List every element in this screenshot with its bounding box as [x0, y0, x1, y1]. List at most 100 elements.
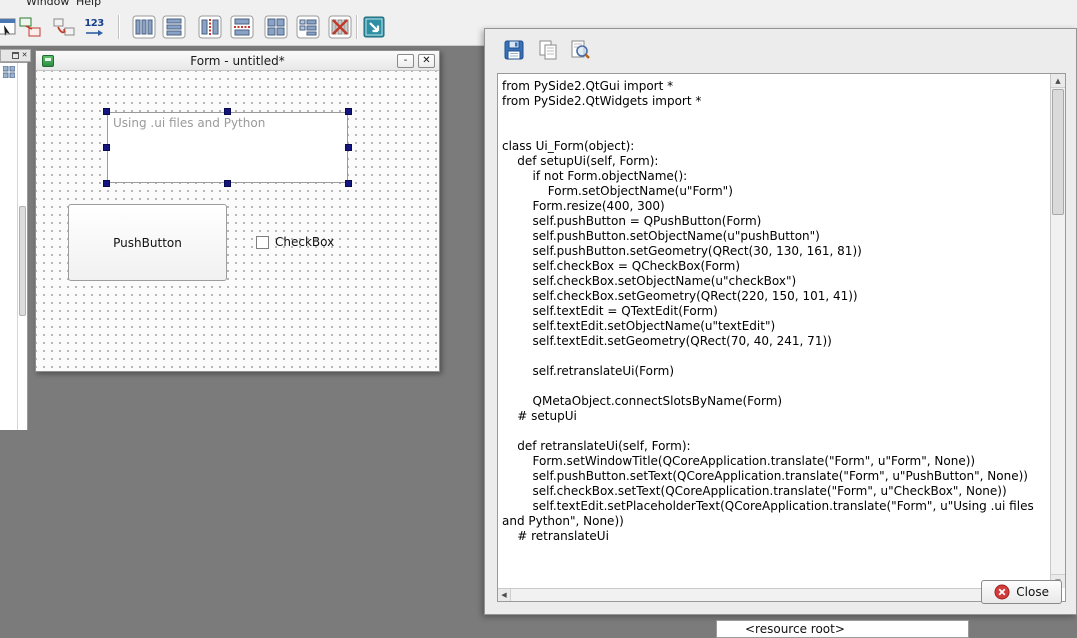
layout-vertical-splitter-icon	[230, 15, 254, 39]
selection-handle[interactable]	[345, 144, 352, 151]
code-line: self.checkBox.setText(QCoreApplication.t…	[502, 484, 1048, 499]
adjust-size-button[interactable]	[360, 13, 388, 41]
find-icon	[569, 39, 591, 61]
vertical-scrollbar[interactable]: ▲ ▼	[1050, 74, 1065, 588]
widget-box-icon	[3, 66, 15, 78]
dock-close-icon[interactable]: ✕	[21, 52, 28, 59]
break-layout-button[interactable]	[326, 13, 354, 41]
code-line: def retranslateUi(self, Form):	[502, 439, 1048, 454]
minimize-button[interactable]: -	[397, 54, 414, 68]
scrollbar-thumb[interactable]	[1052, 89, 1064, 215]
menu-help[interactable]: Help	[76, 0, 101, 8]
code-line: from PySide2.QtWidgets import *	[502, 94, 1048, 109]
menu-window[interactable]: Window	[26, 0, 69, 8]
panel-divider	[17, 63, 18, 430]
lay-out-in-grid-button[interactable]	[262, 13, 290, 41]
code-line: def setupUi(self, Form):	[502, 154, 1048, 169]
form-canvas[interactable]: Using .ui files and Python PushButton Ch…	[36, 71, 439, 371]
edit-signals-slots-icon	[18, 15, 42, 39]
toolbar-separator	[356, 15, 358, 39]
code-line: self.pushButton = QPushButton(Form)	[502, 214, 1048, 229]
save-code-button[interactable]	[501, 37, 527, 63]
edit-tab-order-icon: 123	[84, 18, 104, 37]
lay-out-horizontally-in-splitter-button[interactable]	[196, 13, 224, 41]
code-text[interactable]: from PySide2.QtGui import *from PySide2.…	[502, 79, 1048, 586]
code-line: if not Form.objectName():	[502, 169, 1048, 184]
horizontal-scrollbar[interactable]: ◀ ▶	[498, 588, 1051, 601]
menu-bar: Window Help	[0, 0, 1077, 9]
form-window-titlebar[interactable]: Form - untitled* - ✕	[36, 51, 439, 71]
pushbutton-label: PushButton	[113, 236, 182, 250]
edit-buddies-button[interactable]	[50, 13, 78, 41]
checkbox-box[interactable]	[256, 236, 269, 249]
lay-out-vertically-in-splitter-button[interactable]	[228, 13, 256, 41]
checkbox-label: CheckBox	[275, 235, 334, 249]
form-code-viewer-dialog: from PySide2.QtGui import *from PySide2.…	[484, 28, 1077, 615]
layout-horizontal-icon	[132, 15, 156, 39]
code-line: class Ui_Form(object):	[502, 139, 1048, 154]
selection-handle[interactable]	[224, 108, 231, 115]
save-icon	[503, 39, 525, 61]
code-line: Form.resize(400, 300)	[502, 199, 1048, 214]
checkbox-widget[interactable]: CheckBox	[256, 233, 334, 251]
code-text-area[interactable]: from PySide2.QtGui import *from PySide2.…	[497, 73, 1066, 602]
break-layout-icon	[328, 15, 352, 39]
code-line: self.pushButton.setObjectName(u"pushButt…	[502, 229, 1048, 244]
lay-out-in-form-layout-button[interactable]	[294, 13, 322, 41]
close-button-label: Close	[1016, 585, 1049, 599]
code-line: self.textEdit.setPlaceholderText(QCoreAp…	[502, 499, 1048, 514]
code-line: self.textEdit.setObjectName(u"textEdit")	[502, 319, 1048, 334]
code-line: # retranslateUi	[502, 529, 1048, 544]
toolbar-separator	[118, 15, 120, 39]
code-line: self.pushButton.setGeometry(QRect(30, 13…	[502, 244, 1048, 259]
code-line: Form.setObjectName(u"Form")	[502, 184, 1048, 199]
scroll-up-icon[interactable]: ▲	[1051, 74, 1065, 88]
code-line	[502, 124, 1048, 139]
code-line: Form.setWindowTitle(QCoreApplication.tra…	[502, 454, 1048, 469]
edit-signals-slots-button[interactable]	[16, 13, 44, 41]
edit-buddies-icon	[52, 15, 76, 39]
form-window-title: Form - untitled*	[36, 54, 439, 68]
resource-browser-fragment[interactable]: <resource root>	[716, 620, 969, 638]
scroll-left-icon[interactable]: ◀	[498, 589, 511, 601]
adjust-size-icon	[362, 15, 386, 39]
code-line	[502, 109, 1048, 124]
close-dialog-button[interactable]: Close	[981, 580, 1062, 604]
layout-vertical-icon	[162, 15, 186, 39]
code-line	[502, 349, 1048, 364]
copy-icon	[537, 39, 559, 61]
layout-horizontal-splitter-icon	[198, 15, 222, 39]
layout-form-icon	[296, 15, 320, 39]
code-line: self.pushButton.setText(QCoreApplication…	[502, 469, 1048, 484]
copy-code-button[interactable]	[535, 37, 561, 63]
dock-titlebar-fragment: ✕	[0, 49, 31, 62]
code-line	[502, 379, 1048, 394]
qt-designer-window: Window Help 123	[0, 0, 1077, 638]
code-line: self.checkBox.setObjectName(u"checkBox")	[502, 274, 1048, 289]
panel-scrollbar-thumb[interactable]	[19, 206, 26, 316]
lay-out-vertically-button[interactable]	[160, 13, 188, 41]
code-line: # setupUi	[502, 409, 1048, 424]
selection-handle[interactable]	[103, 144, 110, 151]
selection-handle[interactable]	[103, 180, 110, 187]
selection-handle[interactable]	[345, 180, 352, 187]
code-line: self.retranslateUi(Form)	[502, 364, 1048, 379]
selection-handle[interactable]	[103, 108, 110, 115]
selection-handle[interactable]	[345, 108, 352, 115]
code-line: self.checkBox = QCheckBox(Form)	[502, 259, 1048, 274]
edit-tab-order-button[interactable]: 123	[80, 13, 108, 41]
form-editor-window: Form - untitled* - ✕ Using .ui files and…	[35, 50, 440, 372]
textedit-placeholder: Using .ui files and Python	[108, 113, 347, 133]
find-code-button[interactable]	[567, 37, 593, 63]
resource-root-item[interactable]: <resource root>	[745, 622, 845, 636]
close-circle-icon	[994, 584, 1010, 600]
selection-handle[interactable]	[224, 180, 231, 187]
pushbutton-widget[interactable]: PushButton	[68, 204, 227, 281]
code-line: self.textEdit = QTextEdit(Form)	[502, 304, 1048, 319]
textedit-widget[interactable]: Using .ui files and Python	[107, 112, 348, 183]
layout-grid-icon	[264, 15, 288, 39]
lay-out-horizontally-button[interactable]	[130, 13, 158, 41]
textedit-widget-selected[interactable]: Using .ui files and Python	[107, 112, 348, 183]
close-window-button[interactable]: ✕	[418, 54, 435, 68]
dock-float-icon[interactable]	[12, 52, 19, 59]
